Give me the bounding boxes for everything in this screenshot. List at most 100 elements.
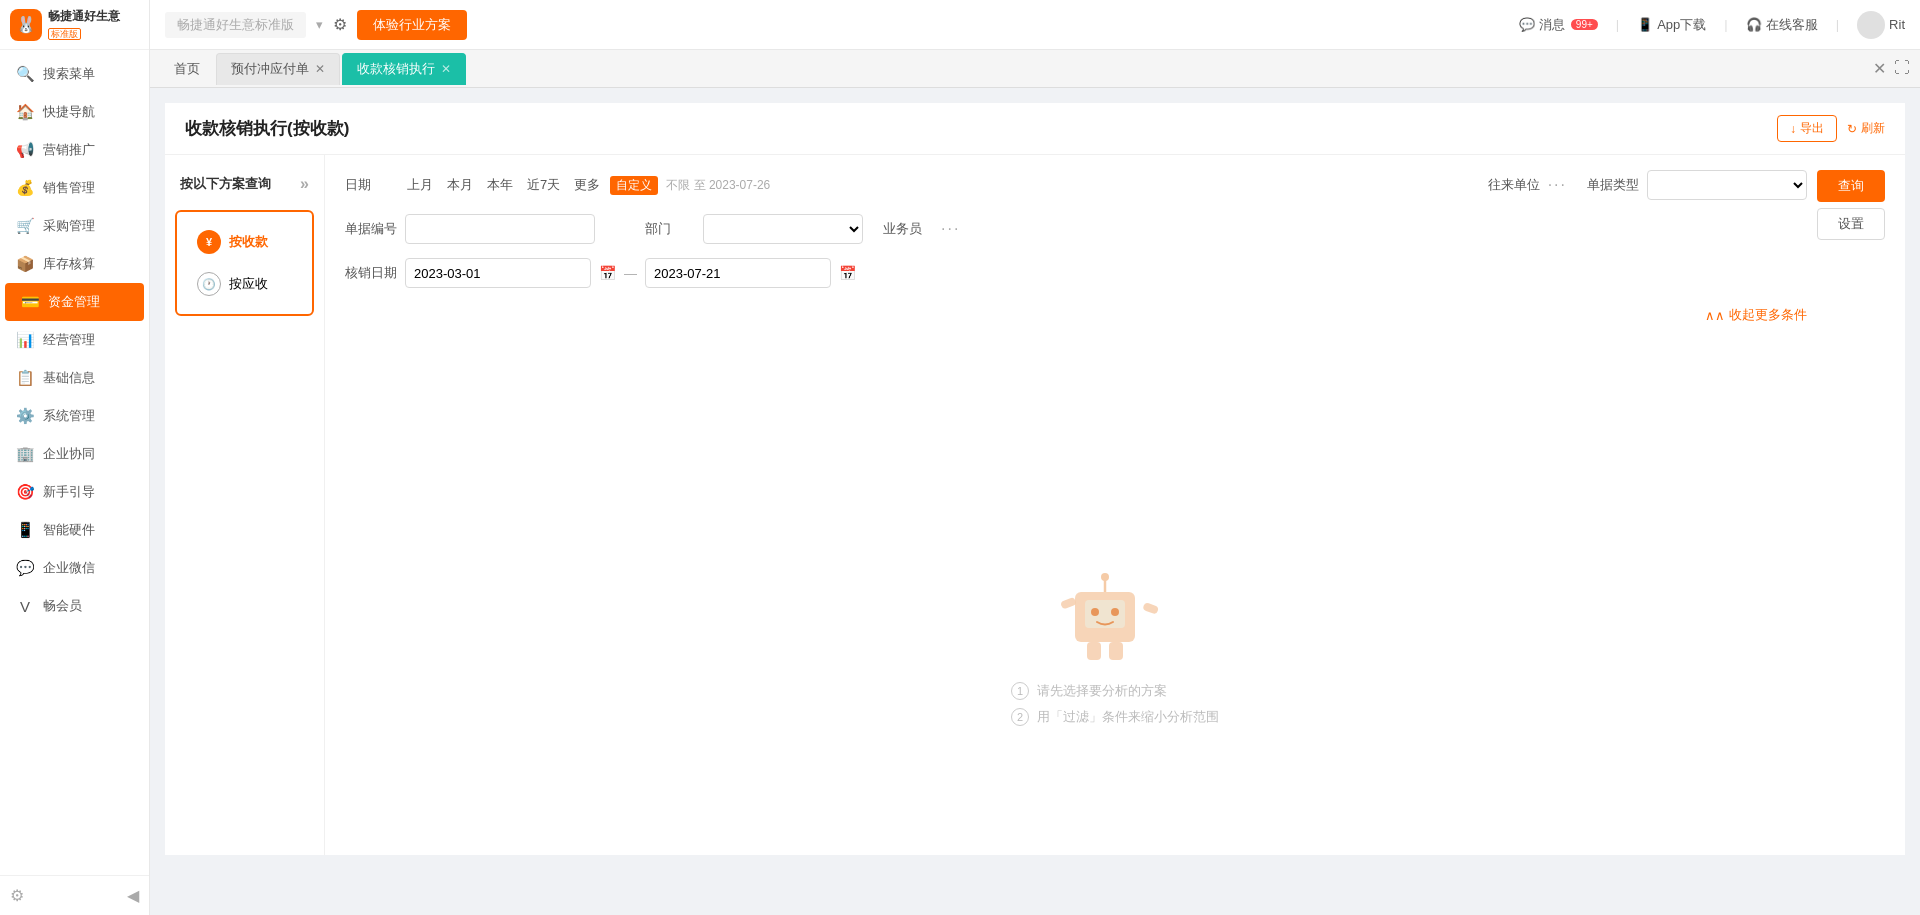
date-shortcuts: 上月 本月 本年 近7天 更多 自定义 (403, 174, 658, 196)
settings-btn[interactable]: 设置 (1817, 208, 1885, 240)
filter-panel: 按以下方案查询 » ¥ 按收款 🕐 按应收 (165, 155, 325, 855)
verify-date-start[interactable] (405, 258, 591, 288)
sidebar-item-nav[interactable]: 🏠 快捷导航 (0, 93, 149, 131)
svg-rect-5 (1142, 602, 1159, 615)
logo-badge: 标准版 (48, 28, 81, 40)
user-profile-btn[interactable]: Rit (1857, 11, 1905, 39)
partner-field: 往来单位 ··· (1488, 176, 1567, 194)
filter-item-receipt[interactable]: ¥ 按收款 (182, 222, 307, 262)
page-header-actions: ↓ 导出 ↻ 刷新 (1777, 115, 1885, 142)
topbar-settings-icon[interactable]: ⚙ (333, 15, 347, 34)
doc-type-field: 单据类型 (1587, 170, 1807, 200)
filter-panel-title: 按以下方案查询 » (165, 170, 324, 205)
page-header: 收款核销执行(按收款) ↓ 导出 ↻ 刷新 (165, 103, 1905, 155)
collapse-more-btn[interactable]: ∧∧ 收起更多条件 (345, 302, 1807, 328)
expand-icon[interactable]: ⛶ (1894, 59, 1910, 78)
logo-icon: 🐰 (10, 9, 42, 41)
cal-start-icon[interactable]: 📅 (599, 265, 616, 281)
sidebar-item-vip[interactable]: V 畅会员 (0, 587, 149, 625)
shortcut-this-month[interactable]: 本月 (443, 174, 477, 196)
shortcut-last7days[interactable]: 近7天 (523, 174, 564, 196)
doc-type-select[interactable] (1647, 170, 1807, 200)
shortcut-last-month[interactable]: 上月 (403, 174, 437, 196)
system-icon: ⚙️ (15, 407, 35, 425)
username: Rit (1889, 17, 1905, 32)
topbar-dropdown-arrow[interactable]: ▾ (316, 17, 323, 32)
svg-rect-7 (1109, 642, 1123, 660)
topbar-brand: 畅捷通好生意标准版 (165, 12, 306, 38)
query-btn[interactable]: 查询 (1817, 170, 1885, 202)
filter-item-receivable[interactable]: 🕐 按应收 (182, 264, 307, 304)
refresh-icon: ↻ (1847, 122, 1857, 136)
tab-close-prepay[interactable]: ✕ (315, 62, 325, 76)
hint-2: 2 用「过滤」条件来缩小分析范围 (1011, 708, 1219, 726)
svg-rect-6 (1087, 642, 1101, 660)
export-btn[interactable]: ↓ 导出 (1777, 115, 1837, 142)
sidebar-item-hardware[interactable]: 📱 智能硬件 (0, 511, 149, 549)
tab-close-collection[interactable]: ✕ (441, 62, 451, 76)
svg-rect-4 (1060, 596, 1077, 609)
verify-date-end[interactable] (645, 258, 831, 288)
sidebar-menu: 🔍 搜索菜单 🏠 快捷导航 📢 营销推广 💰 销售管理 🛒 采购管理 📦 库存核… (0, 50, 149, 875)
collapse-sidebar-icon[interactable]: ◀ (127, 886, 139, 905)
empty-state: 1 请先选择要分析的方案 2 用「过滤」条件来缩小分析范围 (325, 440, 1905, 855)
dept-select[interactable] (703, 214, 863, 244)
page-content: 收款核销执行(按收款) ↓ 导出 ↻ 刷新 按以下方案查询 » (150, 88, 1920, 915)
search-icon: 🔍 (15, 65, 35, 83)
messages-badge: 99+ (1571, 19, 1598, 30)
svg-point-3 (1111, 608, 1119, 616)
sales-icon: 💰 (15, 179, 35, 197)
sidebar-item-basics[interactable]: 📋 基础信息 (0, 359, 149, 397)
home-icon: 🏠 (15, 103, 35, 121)
sidebar-item-operations[interactable]: 📊 经营管理 (0, 321, 149, 359)
tab-prepay[interactable]: 预付冲应付单 ✕ (216, 53, 340, 85)
date-custom-tag[interactable]: 自定义 (610, 176, 658, 195)
partner-dots: ··· (1548, 176, 1567, 194)
sidebar-item-purchase[interactable]: 🛒 采购管理 (0, 207, 149, 245)
sidebar-item-guide[interactable]: 🎯 新手引导 (0, 473, 149, 511)
settings-footer-icon[interactable]: ⚙ (10, 886, 24, 905)
close-tab-icon[interactable]: ✕ (1873, 59, 1886, 78)
operations-icon: 📊 (15, 331, 35, 349)
tab-collection[interactable]: 收款核销执行 ✕ (342, 53, 466, 85)
verify-date-field: 核销日期 📅 — 📅 (345, 258, 856, 288)
right-panel: 日期 上月 本月 本年 近7天 更多 自定义 不 (325, 155, 1905, 855)
query-fields: 日期 上月 本月 本年 近7天 更多 自定义 不 (345, 170, 1807, 328)
doc-num-input[interactable] (405, 214, 595, 244)
tab-home[interactable]: 首页 (160, 53, 214, 85)
online-service-btn[interactable]: 🎧 在线客服 (1746, 16, 1818, 34)
sidebar-item-sales[interactable]: 💰 销售管理 (0, 169, 149, 207)
avatar (1857, 11, 1885, 39)
sidebar-item-marketing[interactable]: 📢 营销推广 (0, 131, 149, 169)
capital-icon: 💳 (20, 293, 40, 311)
sidebar-item-inventory[interactable]: 📦 库存核算 (0, 245, 149, 283)
main-area: 畅捷通好生意标准版 ▾ ⚙ 体验行业方案 💬 消息 99+ | 📱 App下载 … (150, 0, 1920, 915)
app-download-btn[interactable]: 📱 App下载 (1637, 16, 1706, 34)
sidebar-item-capital[interactable]: 💳 资金管理 (5, 283, 144, 321)
sidebar-item-system[interactable]: ⚙️ 系统管理 (0, 397, 149, 435)
dept-field: 部门 (645, 214, 863, 244)
empty-illustration (1055, 562, 1165, 662)
collapse-icon: ∧∧ (1705, 308, 1725, 323)
sidebar-item-search[interactable]: 🔍 搜索菜单 (0, 55, 149, 93)
industry-btn[interactable]: 体验行业方案 (357, 10, 467, 40)
topbar: 畅捷通好生意标准版 ▾ ⚙ 体验行业方案 💬 消息 99+ | 📱 App下载 … (150, 0, 1920, 50)
guide-icon: 🎯 (15, 483, 35, 501)
salesperson-field: 业务员 ··· (883, 220, 960, 238)
salesperson-dots: ··· (941, 220, 960, 238)
messages-btn[interactable]: 💬 消息 99+ (1519, 16, 1598, 34)
query-row-1: 日期 上月 本月 本年 近7天 更多 自定义 不 (345, 170, 1807, 200)
shortcut-this-year[interactable]: 本年 (483, 174, 517, 196)
cal-end-icon[interactable]: 📅 (839, 265, 856, 281)
shortcut-more[interactable]: 更多 (570, 174, 604, 196)
empty-icon-container (1055, 562, 1175, 662)
filter-collapse-icon[interactable]: » (300, 175, 309, 193)
tabbar: 首页 预付冲应付单 ✕ 收款核销执行 ✕ ✕ ⛶ (150, 50, 1920, 88)
refresh-btn[interactable]: ↻ 刷新 (1847, 115, 1885, 142)
sidebar-item-enterprise[interactable]: 🏢 企业协同 (0, 435, 149, 473)
sidebar-item-wechat[interactable]: 💬 企业微信 (0, 549, 149, 587)
query-area: 日期 上月 本月 本年 近7天 更多 自定义 不 (325, 155, 1905, 440)
hardware-icon: 📱 (15, 521, 35, 539)
svg-point-9 (1101, 573, 1109, 581)
sidebar: 🐰 畅捷通好生意 标准版 🔍 搜索菜单 🏠 快捷导航 📢 营销推广 💰 销售管理… (0, 0, 150, 915)
